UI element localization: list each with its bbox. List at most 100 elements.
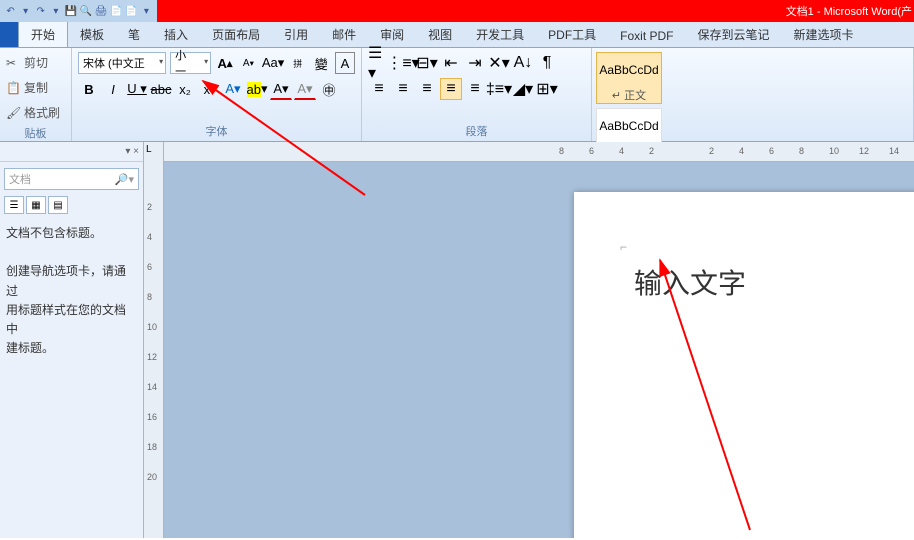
tab-home[interactable]: 开始: [18, 21, 68, 47]
font-family-select[interactable]: 宋体 (中文正 ▾: [78, 52, 166, 74]
quick-access-toolbar: ↶ ▾ ↷ ▾ 💾 🔍 🖨 📄 📄 ▾: [0, 0, 157, 22]
shrink-font-button[interactable]: A▾: [239, 52, 258, 74]
align-justify-button[interactable]: ≡: [440, 78, 462, 100]
line-spacing-button[interactable]: ‡≡▾: [488, 78, 510, 100]
workspace: ▾ × 文档 🔎▾ ☰ ▦ ▤ 文档不包含标题。 创建导航选项卡，请通过 用标题…: [0, 142, 914, 538]
font-family-value: 宋体 (中文正: [83, 55, 145, 71]
paragraph-group-label: 段落: [368, 121, 585, 139]
document-canvas[interactable]: ⌐ 输入文字: [164, 162, 914, 538]
print-icon[interactable]: 🖨: [95, 4, 108, 18]
style-normal-name: ↵ 正文: [612, 87, 646, 103]
superscript-button[interactable]: x²: [198, 78, 220, 100]
ruler-h-num: 12: [859, 146, 869, 156]
ruler-h-num: 8: [799, 146, 804, 156]
text-effects-button[interactable]: A▾: [222, 78, 244, 100]
tab-cloud[interactable]: 保存到云笔记: [686, 22, 782, 47]
multilevel-list-button[interactable]: ⊟▾: [416, 52, 438, 74]
ruler-v-num: 6: [147, 262, 152, 272]
copy-button[interactable]: 📋复制: [6, 77, 65, 98]
align-right-button[interactable]: ≡: [416, 78, 438, 100]
ruler-h-num: 6: [589, 146, 594, 156]
ruler-v-num: 10: [147, 322, 157, 332]
ruler-v-num: 20: [147, 472, 157, 482]
char-border-button[interactable]: A: [335, 52, 355, 74]
style-normal[interactable]: AaBbCcDd ↵ 正文: [596, 52, 662, 104]
font-size-select[interactable]: 小一▾: [170, 52, 211, 74]
indent-increase-button[interactable]: ⇥: [464, 52, 486, 74]
doc2-icon[interactable]: 📄: [125, 4, 138, 18]
show-marks-button[interactable]: ¶: [536, 52, 558, 74]
down-icon[interactable]: ▾: [19, 4, 32, 18]
tab-newtab[interactable]: 新建选项卡: [782, 22, 866, 47]
text-direction-button[interactable]: ✕▾: [488, 52, 510, 74]
tab-developer[interactable]: 开发工具: [464, 22, 536, 47]
tab-pdf[interactable]: PDF工具: [536, 22, 608, 47]
nav-msg-line4: 建标题。: [6, 339, 137, 358]
tab-mail[interactable]: 邮件: [320, 22, 368, 47]
strike-button[interactable]: abc: [150, 78, 172, 100]
format-label: 格式刷: [24, 104, 60, 121]
undo-icon[interactable]: ↶: [4, 4, 17, 18]
ruler-h-num: 8: [559, 146, 564, 156]
cut-label: 剪切: [24, 54, 48, 71]
nav-tab-outline[interactable]: ☰: [4, 196, 24, 214]
clear-format-button[interactable]: 變: [312, 52, 331, 74]
cursor-mark-icon: ⌐: [620, 240, 627, 254]
clipboard-group-label: 贴板: [6, 123, 65, 141]
tab-template[interactable]: 模板: [68, 22, 116, 47]
change-case-button[interactable]: Aa▾: [262, 52, 284, 74]
phonetic-button[interactable]: 拼: [288, 52, 307, 74]
tab-view[interactable]: 视图: [416, 22, 464, 47]
redo-icon[interactable]: ↷: [34, 4, 47, 18]
document-page[interactable]: ⌐ 输入文字: [574, 192, 914, 538]
down-icon[interactable]: ▾: [49, 4, 62, 18]
group-font: 宋体 (中文正 ▾ 小一▾ A▴ A▾ Aa▾ 拼 變 A B I U ▾ abc…: [72, 48, 362, 141]
tab-pen[interactable]: 笔: [116, 22, 152, 47]
font-color2-button[interactable]: A▾: [294, 78, 316, 100]
align-left-button[interactable]: ≡: [368, 78, 390, 100]
ruler-h-num: 6: [769, 146, 774, 156]
tab-layout[interactable]: 页面布局: [200, 22, 272, 47]
nav-head: ▾ ×: [0, 142, 143, 162]
number-list-button[interactable]: ⋮≡▾: [392, 52, 414, 74]
ruler-h-num: 2: [709, 146, 714, 156]
chevron-down-icon: ▾: [159, 57, 163, 66]
bold-button[interactable]: B: [78, 78, 100, 100]
nav-search-input[interactable]: 文档 🔎▾: [4, 168, 139, 190]
doc-icon[interactable]: 📄: [110, 4, 123, 18]
ribbon-tabs: 开始 模板 笔 插入 页面布局 引用 邮件 审阅 视图 开发工具 PDF工具 F…: [0, 22, 914, 48]
italic-button[interactable]: I: [102, 78, 124, 100]
cut-button[interactable]: ✂ 剪切: [6, 52, 65, 73]
highlight-button[interactable]: ab▾: [246, 78, 268, 100]
save-icon[interactable]: 💾: [64, 4, 77, 18]
file-tab[interactable]: [0, 21, 18, 47]
tab-references[interactable]: 引用: [272, 22, 320, 47]
group-paragraph: ☰ ▾ ⋮≡▾ ⊟▾ ⇤ ⇥ ✕▾ A↓ ¶ ≡ ≡ ≡ ≡ ≡ ‡≡▾ ◢▾ …: [362, 48, 592, 141]
page-text[interactable]: 输入文字: [634, 262, 914, 302]
subscript-button[interactable]: x₂: [174, 78, 196, 100]
tab-insert[interactable]: 插入: [152, 22, 200, 47]
ruler-h-num: 10: [829, 146, 839, 156]
underline-button[interactable]: U ▾: [126, 78, 148, 100]
ribbon: ✂ 剪切 📋复制 🖌格式刷 贴板 宋体 (中文正 ▾ 小一▾ A▴ A▾ Aa▾ 拼…: [0, 48, 914, 142]
preview-icon[interactable]: 🔍: [79, 4, 92, 18]
indent-decrease-button[interactable]: ⇤: [440, 52, 462, 74]
borders-button[interactable]: ⊞▾: [536, 78, 558, 100]
grow-font-button[interactable]: A▴: [215, 52, 234, 74]
nav-tab-pages[interactable]: ▦: [26, 196, 46, 214]
vertical-ruler: L 2468101214161820: [144, 142, 164, 538]
align-center-button[interactable]: ≡: [392, 78, 414, 100]
ruler-v-num: 14: [147, 382, 157, 392]
group-clipboard: ✂ 剪切 📋复制 🖌格式刷 贴板: [0, 48, 72, 141]
nav-tab-results[interactable]: ▤: [48, 196, 68, 214]
shading-button[interactable]: ◢▾: [512, 78, 534, 100]
scissors-icon: ✂: [6, 56, 20, 70]
sort-button[interactable]: A↓: [512, 52, 534, 74]
align-distribute-button[interactable]: ≡: [464, 78, 486, 100]
tab-foxit[interactable]: Foxit PDF: [608, 25, 685, 47]
down-icon[interactable]: ▾: [140, 4, 153, 18]
nav-msg-line2: 创建导航选项卡，请通过: [6, 262, 137, 300]
enclosed-char-button[interactable]: ㊥: [318, 78, 340, 100]
font-color-button[interactable]: A▾: [270, 78, 292, 100]
format-painter-button[interactable]: 🖌格式刷: [6, 102, 65, 123]
